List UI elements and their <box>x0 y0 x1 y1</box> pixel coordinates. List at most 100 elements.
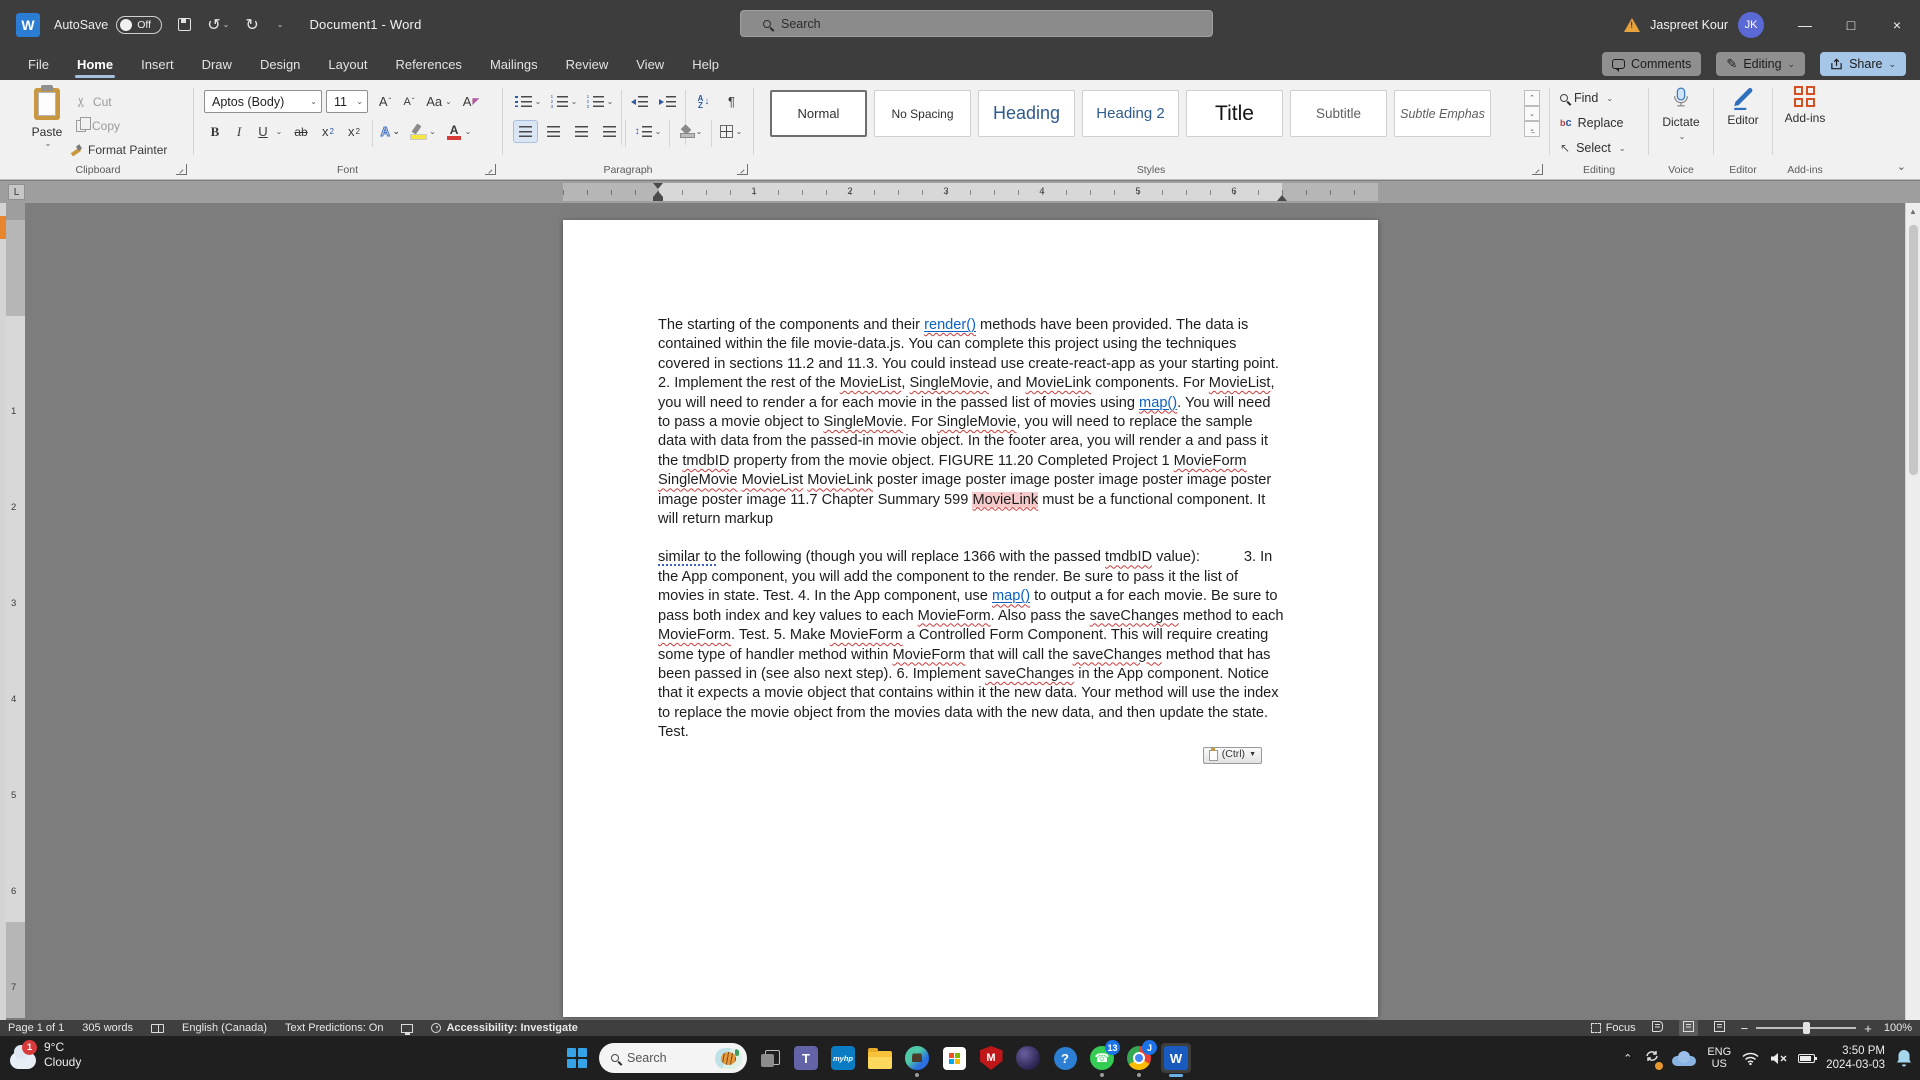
language-switcher[interactable]: ENG US <box>1707 1046 1731 1070</box>
tab-references[interactable]: References <box>383 51 473 78</box>
autosave-toggle[interactable]: Off <box>116 15 163 34</box>
styles-dialog-launcher[interactable] <box>1532 164 1543 175</box>
style-title[interactable]: Title <box>1186 90 1283 137</box>
bold-button[interactable]: B <box>204 120 226 143</box>
zoom-out-button[interactable]: − <box>1741 1021 1749 1036</box>
battery-icon[interactable] <box>1798 1053 1818 1063</box>
font-name-combo[interactable]: Aptos (Body) ⌄ <box>204 90 322 113</box>
clock[interactable]: 3:50 PM 2024-03-03 <box>1826 1044 1885 1072</box>
tab-home[interactable]: Home <box>65 51 125 78</box>
display-settings-button[interactable] <box>401 1023 414 1035</box>
teams-app[interactable]: T <box>791 1043 821 1073</box>
tab-design[interactable]: Design <box>248 51 312 78</box>
style-heading2[interactable]: Heading 2 <box>1082 90 1179 137</box>
align-center-button[interactable] <box>541 120 566 143</box>
volume-muted-icon[interactable] <box>1770 1052 1787 1065</box>
borders-button[interactable]: ⌄ <box>715 120 747 143</box>
word-count[interactable]: 305 words <box>82 1022 133 1034</box>
font-dialog-launcher[interactable] <box>485 164 496 175</box>
style-heading1[interactable]: Heading <box>978 90 1075 137</box>
tab-file[interactable]: File <box>16 51 61 78</box>
shading-button[interactable]: ⌄ <box>675 120 707 143</box>
word-logo-icon[interactable]: W <box>16 12 40 37</box>
undo-button[interactable]: ↺ ⌄ <box>207 15 229 35</box>
close-button[interactable]: × <box>1874 0 1920 49</box>
file-explorer-app[interactable] <box>865 1043 895 1073</box>
redo-button[interactable]: ↻ <box>245 15 258 35</box>
cut-button[interactable]: ✂ Cut <box>73 92 111 112</box>
collapse-ribbon-button[interactable]: ⌄ <box>1897 160 1906 173</box>
font-color-button[interactable]: A ⌄ <box>444 120 474 143</box>
user-name[interactable]: Jaspreet Kour <box>1650 18 1728 32</box>
start-button[interactable] <box>562 1043 592 1073</box>
style-no-spacing[interactable]: No Spacing <box>874 90 971 137</box>
titlebar-search-box[interactable]: Search <box>740 10 1213 37</box>
mcafee-app[interactable]: M <box>976 1043 1006 1073</box>
superscript-button[interactable]: x2 <box>342 120 366 143</box>
print-layout-button[interactable] <box>1678 1020 1698 1036</box>
tab-mailings[interactable]: Mailings <box>478 51 550 78</box>
accessibility-status[interactable]: Accessibility: Investigate <box>431 1022 578 1034</box>
onedrive-icon[interactable] <box>1672 1050 1697 1066</box>
align-left-button[interactable] <box>513 120 538 143</box>
share-button[interactable]: Share ⌄ <box>1820 52 1906 76</box>
gallery-expand-button[interactable]: ⌄̲ <box>1524 121 1540 138</box>
notification-bell-icon[interactable] <box>1896 1049 1912 1067</box>
save-button[interactable] <box>178 18 192 31</box>
justify-button[interactable] <box>597 120 622 143</box>
italic-button[interactable]: I <box>228 120 250 143</box>
numbering-button[interactable]: ⌄ <box>549 90 579 113</box>
first-line-indent-marker[interactable] <box>653 183 663 189</box>
change-case-button[interactable]: Aa ⌄ <box>424 90 454 113</box>
subscript-button[interactable]: x2 <box>316 120 340 143</box>
shrink-font-button[interactable]: Aˇ <box>398 90 420 113</box>
web-layout-button[interactable] <box>1710 1020 1729 1036</box>
right-indent-marker[interactable] <box>1277 195 1287 201</box>
minimize-button[interactable]: — <box>1782 0 1828 49</box>
sync-status-button[interactable] <box>1643 1048 1664 1070</box>
comments-button[interactable]: Comments <box>1601 52 1702 76</box>
paragraph-dialog-launcher[interactable] <box>737 164 748 175</box>
weather-widget[interactable]: 1 9°C Cloudy <box>10 1039 81 1070</box>
read-mode-button[interactable] <box>1648 1020 1667 1036</box>
scroll-up-arrow[interactable]: ▲ <box>1906 207 1920 216</box>
line-spacing-button[interactable]: ↕ ⌄ <box>631 120 665 143</box>
style-subtle-emphasis[interactable]: Subtle Emphas <box>1394 90 1491 137</box>
select-button[interactable]: ↖ Select ⌄ <box>1560 138 1626 158</box>
bullets-button[interactable]: ⌄ <box>513 90 543 113</box>
multilevel-list-button[interactable]: ⌄ <box>585 90 615 113</box>
grow-font-button[interactable]: Aˆ <box>374 90 396 113</box>
zoom-in-button[interactable]: + <box>1864 1021 1872 1036</box>
clipboard-dialog-launcher[interactable] <box>176 164 187 175</box>
vertical-scrollbar[interactable]: ▲ <box>1905 203 1920 1020</box>
left-indent-marker[interactable] <box>653 197 663 201</box>
paste-button[interactable]: Paste ⌄ <box>20 85 74 162</box>
paste-options-button[interactable]: (Ctrl) ▼ <box>1202 746 1262 764</box>
chrome-app[interactable]: J <box>1124 1040 1157 1077</box>
avatar[interactable]: JK <box>1738 11 1764 38</box>
warning-icon[interactable] <box>1624 17 1641 32</box>
replace-button[interactable]: bc Replace <box>1560 113 1624 133</box>
editor-button[interactable]: Editor <box>1717 86 1769 127</box>
gallery-scroll-down-button[interactable]: ⌄ <box>1524 105 1540 122</box>
text-predictions-indicator[interactable]: Text Predictions: On <box>285 1022 383 1034</box>
decrease-indent-button[interactable] <box>627 90 652 113</box>
text-effects-button[interactable]: A ⌄ <box>378 120 402 143</box>
text-highlight-button[interactable]: ⌄ <box>408 120 438 143</box>
zoom-level[interactable]: 100% <box>1884 1022 1912 1034</box>
tab-insert[interactable]: Insert <box>129 51 186 78</box>
align-right-button[interactable] <box>569 120 594 143</box>
addins-button[interactable]: Add-ins <box>1779 86 1831 125</box>
tab-review[interactable]: Review <box>554 51 621 78</box>
style-normal[interactable]: Normal <box>770 90 867 137</box>
tab-view[interactable]: View <box>624 51 676 78</box>
find-button[interactable]: Find ⌄ <box>1560 88 1613 108</box>
language-indicator[interactable]: English (Canada) <box>182 1022 267 1034</box>
proofing-button[interactable] <box>151 1023 165 1033</box>
editing-mode-button[interactable]: ✎ Editing ⌄ <box>1716 52 1806 76</box>
edge-app[interactable] <box>902 1043 932 1077</box>
underline-options-button[interactable]: ⌄ <box>272 120 284 143</box>
tray-overflow-button[interactable]: ⌃ <box>1623 1052 1632 1065</box>
increase-indent-button[interactable] <box>655 90 680 113</box>
font-size-combo[interactable]: 11 ⌄ <box>326 90 368 113</box>
